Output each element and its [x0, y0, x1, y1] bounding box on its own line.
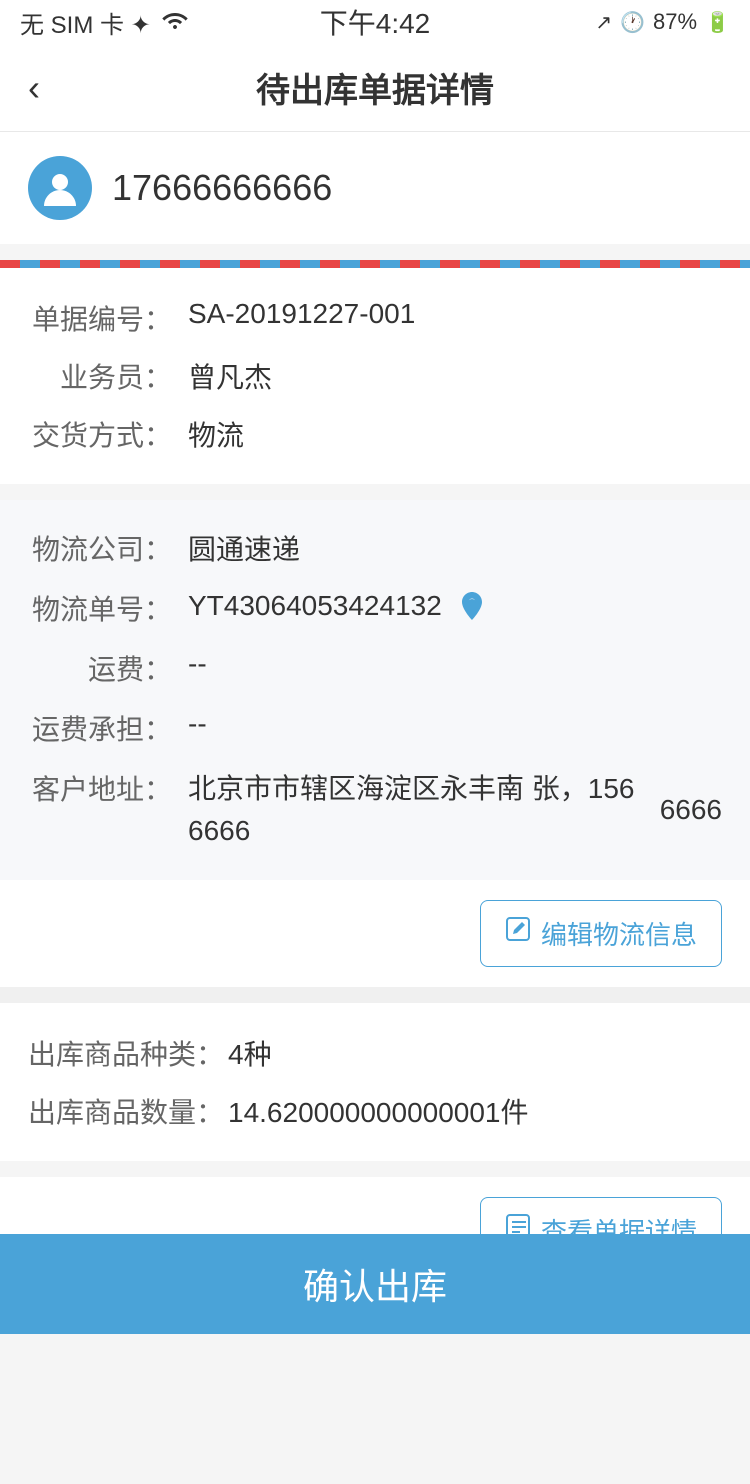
salesman-label: 业务员：	[28, 356, 188, 396]
logistics-tracking-label: 物流单号：	[28, 588, 188, 628]
logistics-card: 物流公司： 圆通速递 物流单号： YT43064053424132 运费： --…	[0, 500, 750, 880]
logistics-tracking-value: YT43064053424132	[188, 588, 722, 624]
location-arrow-icon: ↗	[595, 10, 612, 35]
order-no-row: 单据编号： SA-20191227-001	[28, 298, 722, 338]
freight-bearer-value: --	[188, 708, 722, 740]
page-title: 待出库单据详情	[256, 63, 494, 112]
customer-header: 17666666666	[0, 132, 750, 244]
logistics-tracking-row: 物流单号： YT43064053424132	[28, 588, 722, 628]
goods-types-value: 4种	[228, 1033, 272, 1073]
back-button[interactable]: ‹	[28, 67, 40, 109]
address-line2: 6666	[660, 789, 722, 831]
delivery-row: 交货方式： 物流	[28, 414, 722, 454]
goods-quantity-row: 出库商品数量： 14.620000000000001件	[28, 1091, 722, 1131]
salesman-value: 曾凡杰	[188, 356, 722, 396]
goods-types-label: 出库商品种类：	[28, 1033, 228, 1073]
edit-logistics-area: 编辑物流信息	[0, 880, 750, 987]
back-arrow-icon[interactable]: ‹	[28, 67, 40, 109]
edit-icon	[505, 916, 533, 951]
goods-quantity-value: 14.620000000000001件	[228, 1091, 529, 1131]
clock-icon: 🕐	[620, 10, 645, 35]
freight-bearer-row: 运费承担： --	[28, 708, 722, 748]
battery-percent: 87%	[653, 9, 697, 35]
status-bar: 无 SIM 卡 ✦ 下午4:42 ↗ 🕐 87% 🔋	[0, 0, 750, 44]
edit-logistics-button[interactable]: 编辑物流信息	[480, 900, 722, 967]
sim-status: 无 SIM 卡 ✦	[20, 5, 151, 40]
goods-section: 出库商品种类： 4种 出库商品数量： 14.620000000000001件	[0, 1003, 750, 1161]
goods-quantity-label: 出库商品数量：	[28, 1091, 228, 1131]
address-label: 客户地址：	[28, 768, 188, 808]
salesman-row: 业务员： 曾凡杰	[28, 356, 722, 396]
address-row: 客户地址： 北京市市辖区海淀区永丰南 张，156 6666 6666	[28, 768, 722, 852]
logistics-company-row: 物流公司： 圆通速递	[28, 528, 722, 568]
address-value: 北京市市辖区海淀区永丰南 张，156 6666 6666	[188, 768, 722, 852]
wifi-icon	[161, 8, 189, 36]
logistics-section: 物流公司： 圆通速递 物流单号： YT43064053424132 运费： --…	[0, 500, 750, 987]
order-no-value: SA-20191227-001	[188, 298, 722, 330]
order-no-label: 单据编号：	[28, 298, 188, 338]
dashed-divider	[0, 260, 750, 268]
nav-bar: ‹ 待出库单据详情	[0, 44, 750, 132]
logistics-company-value: 圆通速递	[188, 528, 722, 568]
logistics-company-label: 物流公司：	[28, 528, 188, 568]
confirm-button-label: 确认出库	[303, 1258, 447, 1310]
freight-row: 运费： --	[28, 648, 722, 688]
freight-value: --	[188, 648, 722, 680]
tracking-location-icon[interactable]	[454, 588, 490, 624]
freight-label: 运费：	[28, 648, 188, 688]
freight-bearer-label: 运费承担：	[28, 708, 188, 748]
battery-icon: 🔋	[705, 10, 730, 35]
status-left: 无 SIM 卡 ✦	[20, 5, 189, 40]
status-right: ↗ 🕐 87% 🔋	[595, 9, 730, 35]
section-divider-1	[0, 987, 750, 1003]
delivery-value: 物流	[188, 414, 722, 454]
status-time: 下午4:42	[320, 2, 431, 42]
customer-phone: 17666666666	[112, 167, 332, 209]
delivery-label: 交货方式：	[28, 414, 188, 454]
confirm-button-bar[interactable]: 确认出库	[0, 1234, 750, 1334]
goods-types-row: 出库商品种类： 4种	[28, 1033, 722, 1073]
customer-avatar	[28, 156, 92, 220]
basic-info-section: 单据编号： SA-20191227-001 业务员： 曾凡杰 交货方式： 物流	[0, 268, 750, 484]
edit-logistics-label: 编辑物流信息	[541, 915, 697, 952]
